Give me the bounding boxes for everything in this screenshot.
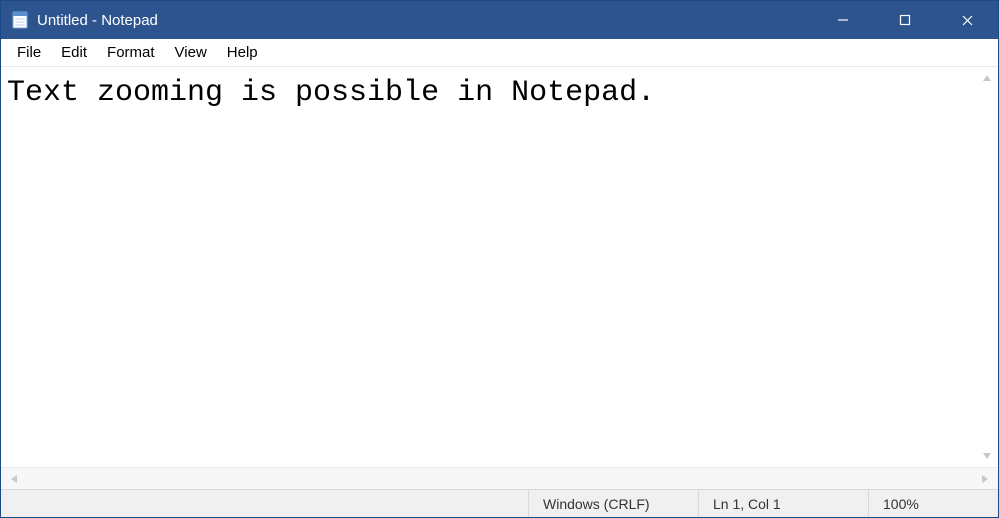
menu-format[interactable]: Format bbox=[97, 42, 165, 63]
scroll-up-icon[interactable] bbox=[978, 69, 996, 87]
editor-area[interactable]: Text zooming is possible in Notepad. bbox=[1, 67, 998, 467]
maximize-button[interactable] bbox=[874, 1, 936, 39]
vertical-scrollbar[interactable] bbox=[978, 69, 996, 465]
scroll-down-icon[interactable] bbox=[978, 447, 996, 465]
menu-edit[interactable]: Edit bbox=[51, 42, 97, 63]
horizontal-scrollbar[interactable] bbox=[1, 467, 998, 489]
menu-view[interactable]: View bbox=[165, 42, 217, 63]
notepad-icon bbox=[11, 11, 29, 29]
menu-help[interactable]: Help bbox=[217, 42, 268, 63]
titlebar[interactable]: Untitled - Notepad bbox=[1, 1, 998, 39]
menu-file[interactable]: File bbox=[7, 42, 51, 63]
minimize-button[interactable] bbox=[812, 1, 874, 39]
editor-text[interactable]: Text zooming is possible in Notepad. bbox=[7, 75, 972, 113]
statusbar: Windows (CRLF) Ln 1, Col 1 100% bbox=[1, 489, 998, 517]
minimize-icon bbox=[837, 14, 849, 26]
status-encoding: Windows (CRLF) bbox=[528, 490, 698, 517]
close-icon bbox=[961, 14, 974, 27]
status-zoom: 100% bbox=[868, 490, 998, 517]
maximize-icon bbox=[899, 14, 911, 26]
notepad-window: Untitled - Notepad File Edit Format View… bbox=[0, 0, 999, 518]
close-button[interactable] bbox=[936, 1, 998, 39]
scroll-left-icon[interactable] bbox=[5, 470, 23, 488]
menubar: File Edit Format View Help bbox=[1, 39, 998, 67]
scroll-right-icon[interactable] bbox=[976, 470, 994, 488]
status-position: Ln 1, Col 1 bbox=[698, 490, 868, 517]
window-title: Untitled - Notepad bbox=[37, 12, 158, 29]
